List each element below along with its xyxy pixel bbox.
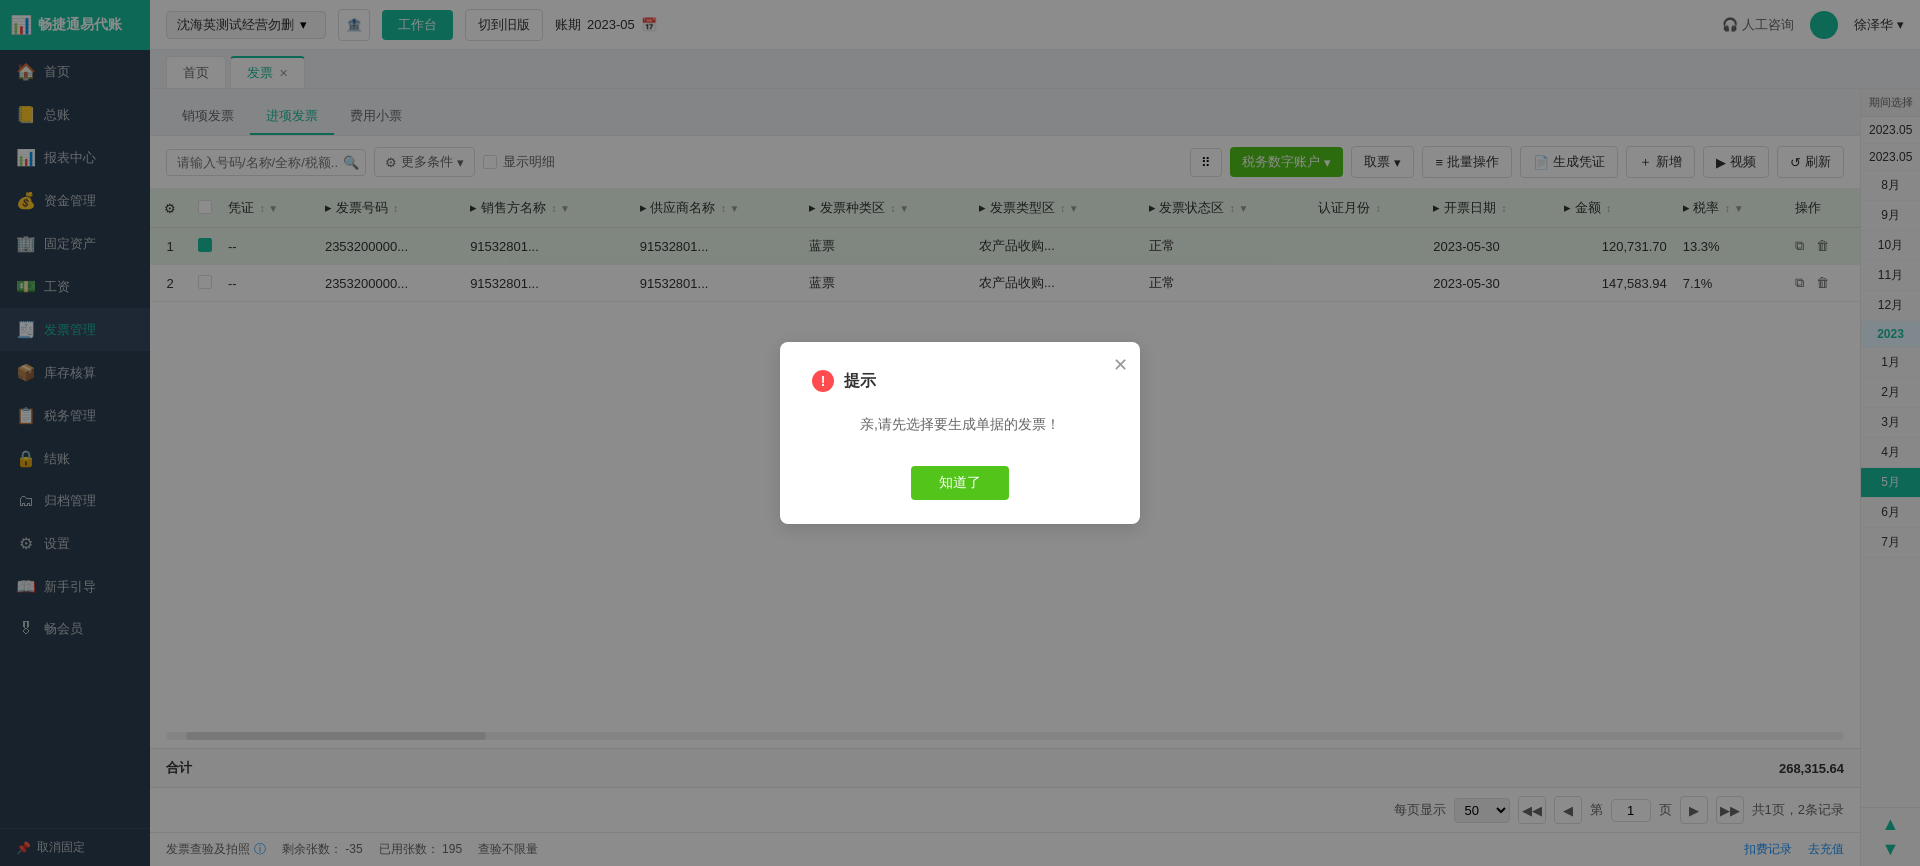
modal-overlay[interactable]: ✕ ! 提示 亲,请先选择要生成单据的发票！ 知道了	[0, 0, 1920, 866]
modal-body: 亲,请先选择要生成单据的发票！	[812, 408, 1108, 442]
modal-ok-button[interactable]: 知道了	[911, 466, 1009, 500]
warning-icon: !	[812, 370, 834, 392]
modal-title: ! 提示	[812, 370, 1108, 392]
modal-dialog: ✕ ! 提示 亲,请先选择要生成单据的发票！ 知道了	[780, 342, 1140, 524]
modal-close-button[interactable]: ✕	[1113, 354, 1128, 376]
modal-footer: 知道了	[812, 466, 1108, 500]
modal-title-text: 提示	[844, 371, 876, 392]
